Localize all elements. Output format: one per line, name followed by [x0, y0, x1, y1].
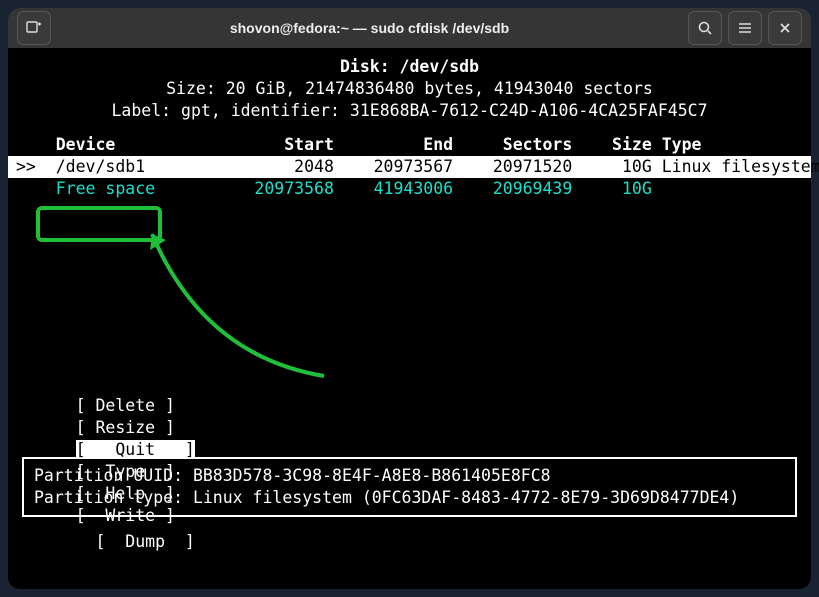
titlebar: shovon@fedora:~ — sudo cfdisk /dev/sdb [8, 8, 811, 48]
terminal-plus-icon [26, 20, 42, 36]
search-icon [697, 20, 713, 36]
disk-size-line: Size: 20 GiB, 21474836480 bytes, 4194304… [8, 78, 811, 100]
partition-table-header: Device Start End Sectors Size Type [8, 134, 811, 156]
search-button[interactable] [688, 11, 722, 45]
new-tab-button[interactable] [17, 11, 51, 45]
hamburger-icon [737, 20, 753, 36]
terminal-area: Disk: /dev/sdb Size: 20 GiB, 21474836480… [8, 48, 811, 589]
menu-type[interactable]: [ Type ] [76, 462, 175, 481]
disk-label-line: Label: gpt, identifier: 31E868BA-7612-C2… [8, 100, 811, 122]
disk-header: Disk: /dev/sdb [8, 56, 811, 78]
menu-button[interactable] [728, 11, 762, 45]
close-icon [778, 21, 792, 35]
table-row[interactable]: Free space 20973568 41943006 20969439 10… [8, 178, 811, 200]
window-title: shovon@fedora:~ — sudo cfdisk /dev/sdb [54, 20, 685, 36]
partition-table: Device Start End Sectors Size Type >> /d… [8, 134, 811, 200]
close-button[interactable] [768, 11, 802, 45]
annotation-highlight-box [36, 206, 162, 242]
table-row[interactable]: >> /dev/sdb1 2048 20973567 20971520 10G … [8, 156, 811, 178]
cfdisk-menu: [ Delete ] [ Resize ] [ Quit ] [ Type ] … [8, 351, 811, 571]
menu-dump[interactable]: [ Dump ] [95, 532, 194, 551]
menu-delete[interactable]: [ Delete ] [76, 396, 175, 415]
menu-resize[interactable]: [ Resize ] [76, 418, 175, 437]
menu-quit[interactable]: [ Quit ] [76, 440, 195, 459]
